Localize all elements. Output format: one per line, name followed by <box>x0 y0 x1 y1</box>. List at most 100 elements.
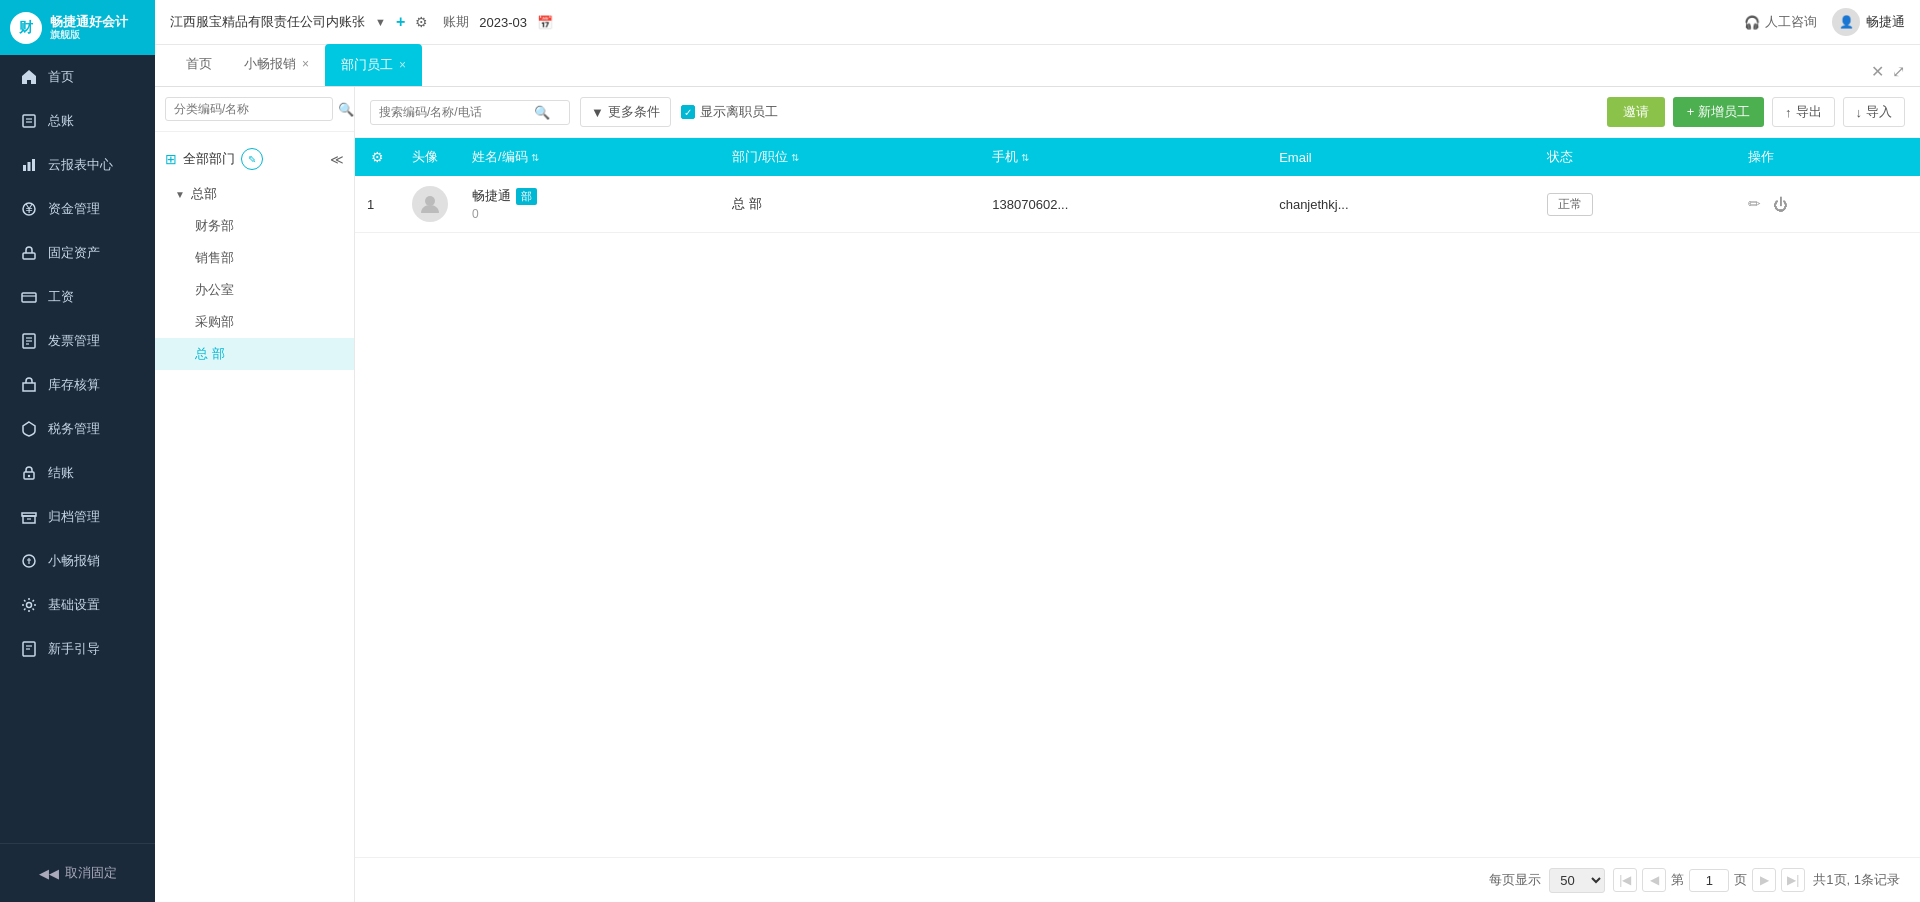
col-avatar: 头像 <box>400 138 460 176</box>
cell-status: 正常 <box>1535 176 1736 233</box>
dept-caigoubu[interactable]: 采购部 <box>155 306 354 338</box>
sidebar-item-salary[interactable]: 工资 <box>0 275 155 319</box>
sidebar-item-ledger[interactable]: 总账 <box>0 99 155 143</box>
support-button[interactable]: 🎧 人工咨询 <box>1744 13 1817 31</box>
dept-search-icon[interactable]: 🔍 <box>338 102 354 117</box>
resigned-checkbox[interactable]: ✓ <box>681 105 695 119</box>
next-page-button[interactable]: ▶ <box>1752 868 1776 892</box>
guide-icon <box>20 640 38 658</box>
export-button[interactable]: ↑ 导出 <box>1772 97 1835 127</box>
dept-group-zongbu: ▼ 总部 财务部 销售部 办公室 采购部 总 部 <box>155 178 354 370</box>
table-settings-icon[interactable]: ⚙ <box>371 149 384 165</box>
dept-panel: 🔍 ⊞ 全部部门 ✎ ≪ ▼ 总部 财务部 销售部 办公室 采购 <box>155 87 355 902</box>
company-name[interactable]: 江西服宝精品有限责任公司内账张 <box>170 13 365 31</box>
svg-rect-4 <box>28 162 31 171</box>
tab-department-close[interactable]: × <box>399 58 406 72</box>
invite-button[interactable]: 邀请 <box>1607 97 1665 127</box>
cancel-fixed-button[interactable]: ◀◀ 取消固定 <box>0 854 155 892</box>
employee-search-icon[interactable]: 🔍 <box>534 105 550 120</box>
dept-caiwubu[interactable]: 财务部 <box>155 210 354 242</box>
per-page-select[interactable]: 50 20 100 <box>1549 868 1605 893</box>
calendar-icon[interactable]: 📅 <box>537 15 553 30</box>
col-phone[interactable]: 手机⇅ <box>980 138 1267 176</box>
dept-edit-icon[interactable]: ✎ <box>241 148 263 170</box>
col-action: 操作 <box>1736 138 1920 176</box>
inventory-icon <box>20 376 38 394</box>
table-row: 1 畅捷通 部 0 <box>355 176 1920 233</box>
sidebar-item-expense[interactable]: 小畅报销 <box>0 539 155 583</box>
cell-name: 畅捷通 部 0 <box>460 176 720 233</box>
sidebar-item-label: 小畅报销 <box>48 552 100 570</box>
edit-icon[interactable]: ✏ <box>1748 195 1761 213</box>
asset-icon <box>20 244 38 262</box>
import-button[interactable]: ↓ 导入 <box>1843 97 1906 127</box>
sidebar-item-inventory[interactable]: 库存核算 <box>0 363 155 407</box>
sidebar-item-fund[interactable]: ¥ 资金管理 <box>0 187 155 231</box>
sidebar-item-report[interactable]: 云报表中心 <box>0 143 155 187</box>
add-employee-button[interactable]: + 新增员工 <box>1673 97 1764 127</box>
sidebar-item-close[interactable]: 结账 <box>0 451 155 495</box>
sidebar-item-label: 首页 <box>48 68 74 86</box>
svg-point-17 <box>28 475 30 477</box>
show-resigned-toggle[interactable]: ✓ 显示离职员工 <box>681 103 778 121</box>
user-avatar: 👤 <box>1832 8 1860 36</box>
tab-home[interactable]: 首页 <box>170 44 228 86</box>
dept-group-header[interactable]: ▼ 总部 <box>155 178 354 210</box>
support-label: 人工咨询 <box>1765 13 1817 31</box>
employee-table: ⚙ 头像 姓名/编码⇅ 部门/职位⇅ 手机⇅ Email 状态 操作 <box>355 138 1920 233</box>
page-input[interactable] <box>1689 869 1729 892</box>
toolbar-right: 邀请 + 新增员工 ↑ 导出 ↓ 导入 <box>1607 97 1905 127</box>
sidebar-item-asset[interactable]: 固定资产 <box>0 231 155 275</box>
dept-badge: 部 <box>516 188 537 205</box>
dept-collapse-icon[interactable]: ≪ <box>330 152 344 167</box>
col-name[interactable]: 姓名/编码⇅ <box>460 138 720 176</box>
last-page-button[interactable]: ▶| <box>1781 868 1805 892</box>
close-tab-button[interactable]: ✕ <box>1871 62 1884 81</box>
sidebar-item-tax[interactable]: 税务管理 <box>0 407 155 451</box>
sidebar-item-settings[interactable]: 基础设置 <box>0 583 155 627</box>
sidebar-item-archive[interactable]: 归档管理 <box>0 495 155 539</box>
logout-icon[interactable]: ⏻ <box>1773 196 1788 213</box>
employee-search-input[interactable] <box>379 105 529 119</box>
prev-page-button[interactable]: ◀ <box>1642 868 1666 892</box>
svg-text:¥: ¥ <box>24 201 33 216</box>
sidebar-item-home[interactable]: 首页 <box>0 55 155 99</box>
employee-table-container: ⚙ 头像 姓名/编码⇅ 部门/职位⇅ 手机⇅ Email 状态 操作 <box>355 138 1920 857</box>
sidebar-item-invoice[interactable]: 发票管理 <box>0 319 155 363</box>
cell-no: 1 <box>355 176 400 233</box>
col-email: Email <box>1267 138 1535 176</box>
settings-icon <box>20 596 38 614</box>
dept-all-icon: ⊞ <box>165 151 177 167</box>
col-settings: ⚙ <box>355 138 400 176</box>
show-resigned-label: 显示离职员工 <box>700 103 778 121</box>
import-label: 导入 <box>1866 103 1892 121</box>
filter-button[interactable]: ▼ 更多条件 <box>580 97 671 127</box>
sidebar-bottom: ◀◀ 取消固定 <box>0 843 155 902</box>
sidebar-logo: 财 畅捷通好会计 旗舰版 <box>0 0 155 55</box>
user-menu[interactable]: 👤 畅捷通 <box>1832 8 1905 36</box>
expense-icon <box>20 552 38 570</box>
dept-xiaoshoubu[interactable]: 销售部 <box>155 242 354 274</box>
top-bar: 江西服宝精品有限责任公司内账张 ▼ + ⚙ 账期 2023-03 📅 🎧 人工咨… <box>155 0 1920 45</box>
tab-department[interactable]: 部门员工 × <box>325 44 422 86</box>
pagination-bar: 每页显示 50 20 100 |◀ ◀ 第 页 ▶ ▶| 共1页, 1条记录 <box>355 857 1920 902</box>
period-label: 账期 <box>443 13 469 31</box>
dept-bangongshi[interactable]: 办公室 <box>155 274 354 306</box>
expand-tab-button[interactable]: ⤢ <box>1892 62 1905 81</box>
dept-zongbu[interactable]: 总 部 <box>155 338 354 370</box>
tab-expense-close[interactable]: × <box>302 57 309 71</box>
first-page-button[interactable]: |◀ <box>1613 868 1637 892</box>
all-dept-label: 全部部门 <box>183 150 235 168</box>
company-dropdown-icon[interactable]: ▼ <box>375 16 386 28</box>
headset-icon: 🎧 <box>1744 15 1760 30</box>
tab-expense[interactable]: 小畅报销 × <box>228 44 325 86</box>
sidebar-item-guide[interactable]: 新手引导 <box>0 627 155 671</box>
sidebar-item-label: 基础设置 <box>48 596 100 614</box>
add-company-button[interactable]: + <box>396 13 405 31</box>
sidebar-item-label: 资金管理 <box>48 200 100 218</box>
settings-gear-icon[interactable]: ⚙ <box>415 14 428 30</box>
col-dept[interactable]: 部门/职位⇅ <box>720 138 980 176</box>
dept-search-input[interactable] <box>165 97 333 121</box>
all-dept-item[interactable]: ⊞ 全部部门 ✎ ≪ <box>155 140 354 178</box>
triangle-icon: ▼ <box>175 189 185 200</box>
